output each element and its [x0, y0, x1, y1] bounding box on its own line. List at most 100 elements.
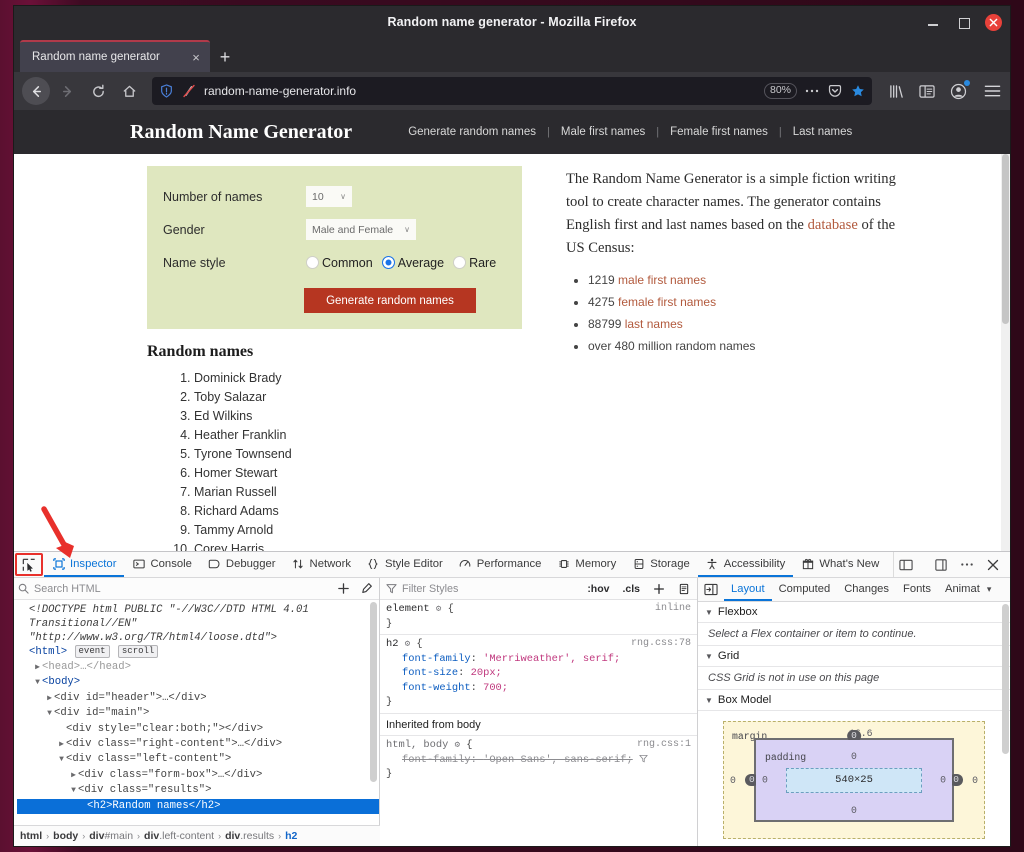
markup-line-body[interactable]: ▼ <body>: [17, 675, 379, 691]
nav-link-male-first-names[interactable]: Male first names: [550, 126, 656, 138]
tab-style-editor[interactable]: Style Editor: [359, 552, 451, 577]
box-model-diagram[interactable]: margin 16.6 0 0 border 0 0 0: [698, 711, 1010, 839]
nav-link-female-first-names[interactable]: Female first names: [659, 126, 779, 138]
gender-select[interactable]: Male and Female ∨: [306, 219, 416, 240]
rule-h2[interactable]: rng.css:78 h2 ⚙ { font-family: 'Merriwea…: [380, 635, 697, 714]
dock-to-side-icon[interactable]: [929, 553, 953, 577]
markup-scrollbar[interactable]: [370, 602, 377, 782]
new-tab-button[interactable]: +: [210, 42, 240, 72]
pocket-icon[interactable]: [827, 83, 843, 99]
tab-fonts[interactable]: Fonts: [896, 578, 938, 601]
page-actions-ellipsis-icon[interactable]: [804, 83, 820, 99]
tab-whats-new[interactable]: What's New: [793, 552, 887, 577]
markup-line-main-div[interactable]: ▼ <div id="main">: [17, 706, 379, 722]
search-html-input[interactable]: Search HTML: [18, 583, 329, 595]
generate-random-names-button[interactable]: Generate random names: [304, 288, 476, 313]
tab-layout[interactable]: Layout: [724, 578, 772, 601]
tab-changes[interactable]: Changes: [837, 578, 896, 601]
layout-tabs-overflow-caret-icon[interactable]: ▾: [987, 578, 997, 601]
page-scrollbar[interactable]: [1001, 154, 1010, 551]
forward-arrow-icon[interactable]: [53, 77, 81, 105]
declaration-font-size[interactable]: font-size: 20px;: [386, 666, 691, 681]
tab-accessibility[interactable]: Accessibility: [697, 552, 794, 577]
filter-styles-input[interactable]: Filter Styles: [402, 583, 578, 595]
rule-element-inline[interactable]: inline element ⚙ { }: [380, 600, 697, 635]
radio-dot-average[interactable]: [381, 256, 395, 269]
gear-icon[interactable]: ⚙: [455, 740, 460, 750]
markup-line-doctype[interactable]: <!DOCTYPE html PUBLIC "-//W3C//DTD HTML …: [17, 603, 379, 645]
print-styles-icon[interactable]: [674, 583, 694, 595]
tab-storage[interactable]: Storage: [624, 552, 698, 577]
eyedropper-icon[interactable]: [357, 580, 375, 598]
tab-performance[interactable]: Performance: [451, 552, 550, 577]
twisty-icon[interactable]: ▶: [57, 738, 66, 753]
declaration-font-family[interactable]: font-family: 'Merriweather', serif;: [386, 652, 691, 667]
number-of-names-select[interactable]: 10 ∨: [306, 186, 352, 207]
markup-line-right-content[interactable]: ▶ <div class="right-content">…</div>: [17, 737, 379, 753]
tab-debugger[interactable]: Debugger: [200, 552, 284, 577]
tab-memory[interactable]: Memory: [549, 552, 624, 577]
tab-animations[interactable]: Animat: [938, 578, 987, 601]
database-link[interactable]: database: [808, 217, 858, 233]
breadcrumb-item-div-main[interactable]: div#main: [89, 830, 133, 842]
padding-right-value[interactable]: 0: [940, 775, 946, 786]
back-arrow-icon[interactable]: [22, 77, 50, 105]
cls-button[interactable]: .cls: [618, 583, 644, 595]
grid-section-header[interactable]: ▼ Grid: [698, 646, 1010, 667]
property-value[interactable]: 20px;: [471, 667, 502, 679]
element-picker-icon[interactable]: [14, 552, 44, 577]
twisty-icon[interactable]: ▼: [57, 753, 66, 768]
add-rule-icon[interactable]: [649, 583, 669, 595]
markup-line-head[interactable]: ▶ <head>…</head>: [17, 660, 379, 676]
stat-link-last-names[interactable]: last names: [625, 317, 683, 331]
markup-line-clear-div[interactable]: <div style="clear:both;"></div>: [17, 722, 379, 737]
rule-selector[interactable]: html, body: [386, 739, 448, 751]
event-badge[interactable]: event: [74, 645, 110, 658]
reload-icon[interactable]: [84, 77, 112, 105]
url-text[interactable]: random-name-generator.info: [204, 84, 757, 98]
account-icon[interactable]: [948, 80, 970, 101]
twisty-icon[interactable]: ▼: [45, 707, 54, 722]
breadcrumb-item-body[interactable]: body: [53, 830, 78, 842]
library-icon[interactable]: [886, 81, 906, 101]
browser-tab[interactable]: Random name generator ×: [20, 40, 210, 72]
caret-down-icon[interactable]: ▼: [705, 608, 713, 617]
nav-link-last-names[interactable]: Last names: [782, 126, 863, 138]
twisty-icon[interactable]: ▶: [69, 769, 78, 784]
markup-line-h2-selected[interactable]: <h2>Random names</h2>: [17, 798, 379, 814]
sidebar-icon[interactable]: [917, 81, 937, 101]
rule-selector[interactable]: element: [386, 603, 430, 615]
caret-down-icon[interactable]: ▼: [705, 696, 713, 705]
shield-icon[interactable]: [158, 83, 174, 99]
markup-line-results[interactable]: ▼ <div class="results">: [17, 783, 379, 799]
twisty-icon[interactable]: ▶: [33, 661, 42, 676]
padding-bottom-value[interactable]: 0: [851, 805, 857, 816]
tracking-protection-off-icon[interactable]: [181, 83, 197, 99]
tab-console[interactable]: Console: [124, 552, 199, 577]
box-model-section-header[interactable]: ▼ Box Model: [698, 690, 1010, 711]
breadcrumb-item-html[interactable]: html: [20, 830, 42, 842]
markup-line-html[interactable]: <html> event scroll: [17, 645, 379, 660]
padding-top-value[interactable]: 0: [851, 751, 857, 762]
hamburger-menu-icon[interactable]: [982, 81, 1002, 101]
radio-rare[interactable]: Rare: [453, 256, 496, 270]
nav-link-generate[interactable]: Generate random names: [397, 126, 547, 138]
rule-html-body[interactable]: rng.css:1 html, body ⚙ { font-family: 'O…: [380, 736, 697, 785]
property-value[interactable]: 'Open Sans', sans-serif;: [483, 754, 633, 766]
twisty-icon[interactable]: ▼: [33, 676, 42, 691]
breadcrumb-item-div-left-content[interactable]: div.left-content: [144, 830, 214, 842]
responsive-design-mode-icon[interactable]: [894, 553, 918, 577]
markup-line-form-box[interactable]: ▶ <div class="form-box">…</div>: [17, 768, 379, 784]
zoom-level-badge[interactable]: 80%: [763, 83, 797, 99]
close-devtools-icon[interactable]: [981, 553, 1005, 577]
tab-computed[interactable]: Computed: [772, 578, 838, 601]
gear-icon[interactable]: ⚙: [405, 639, 410, 649]
markup-tree[interactable]: <!DOCTYPE html PUBLIC "-//W3C//DTD HTML …: [14, 600, 379, 846]
markup-line-header-div[interactable]: ▶ <div id="header">…</div>: [17, 691, 379, 707]
add-node-icon[interactable]: [334, 580, 352, 598]
tab-close-icon[interactable]: ×: [188, 50, 204, 65]
margin-left-value[interactable]: 0: [730, 775, 736, 786]
home-icon[interactable]: [115, 77, 143, 105]
radio-dot-common[interactable]: [306, 256, 319, 269]
markup-line-left-content[interactable]: ▼ <div class="left-content">: [17, 752, 379, 768]
